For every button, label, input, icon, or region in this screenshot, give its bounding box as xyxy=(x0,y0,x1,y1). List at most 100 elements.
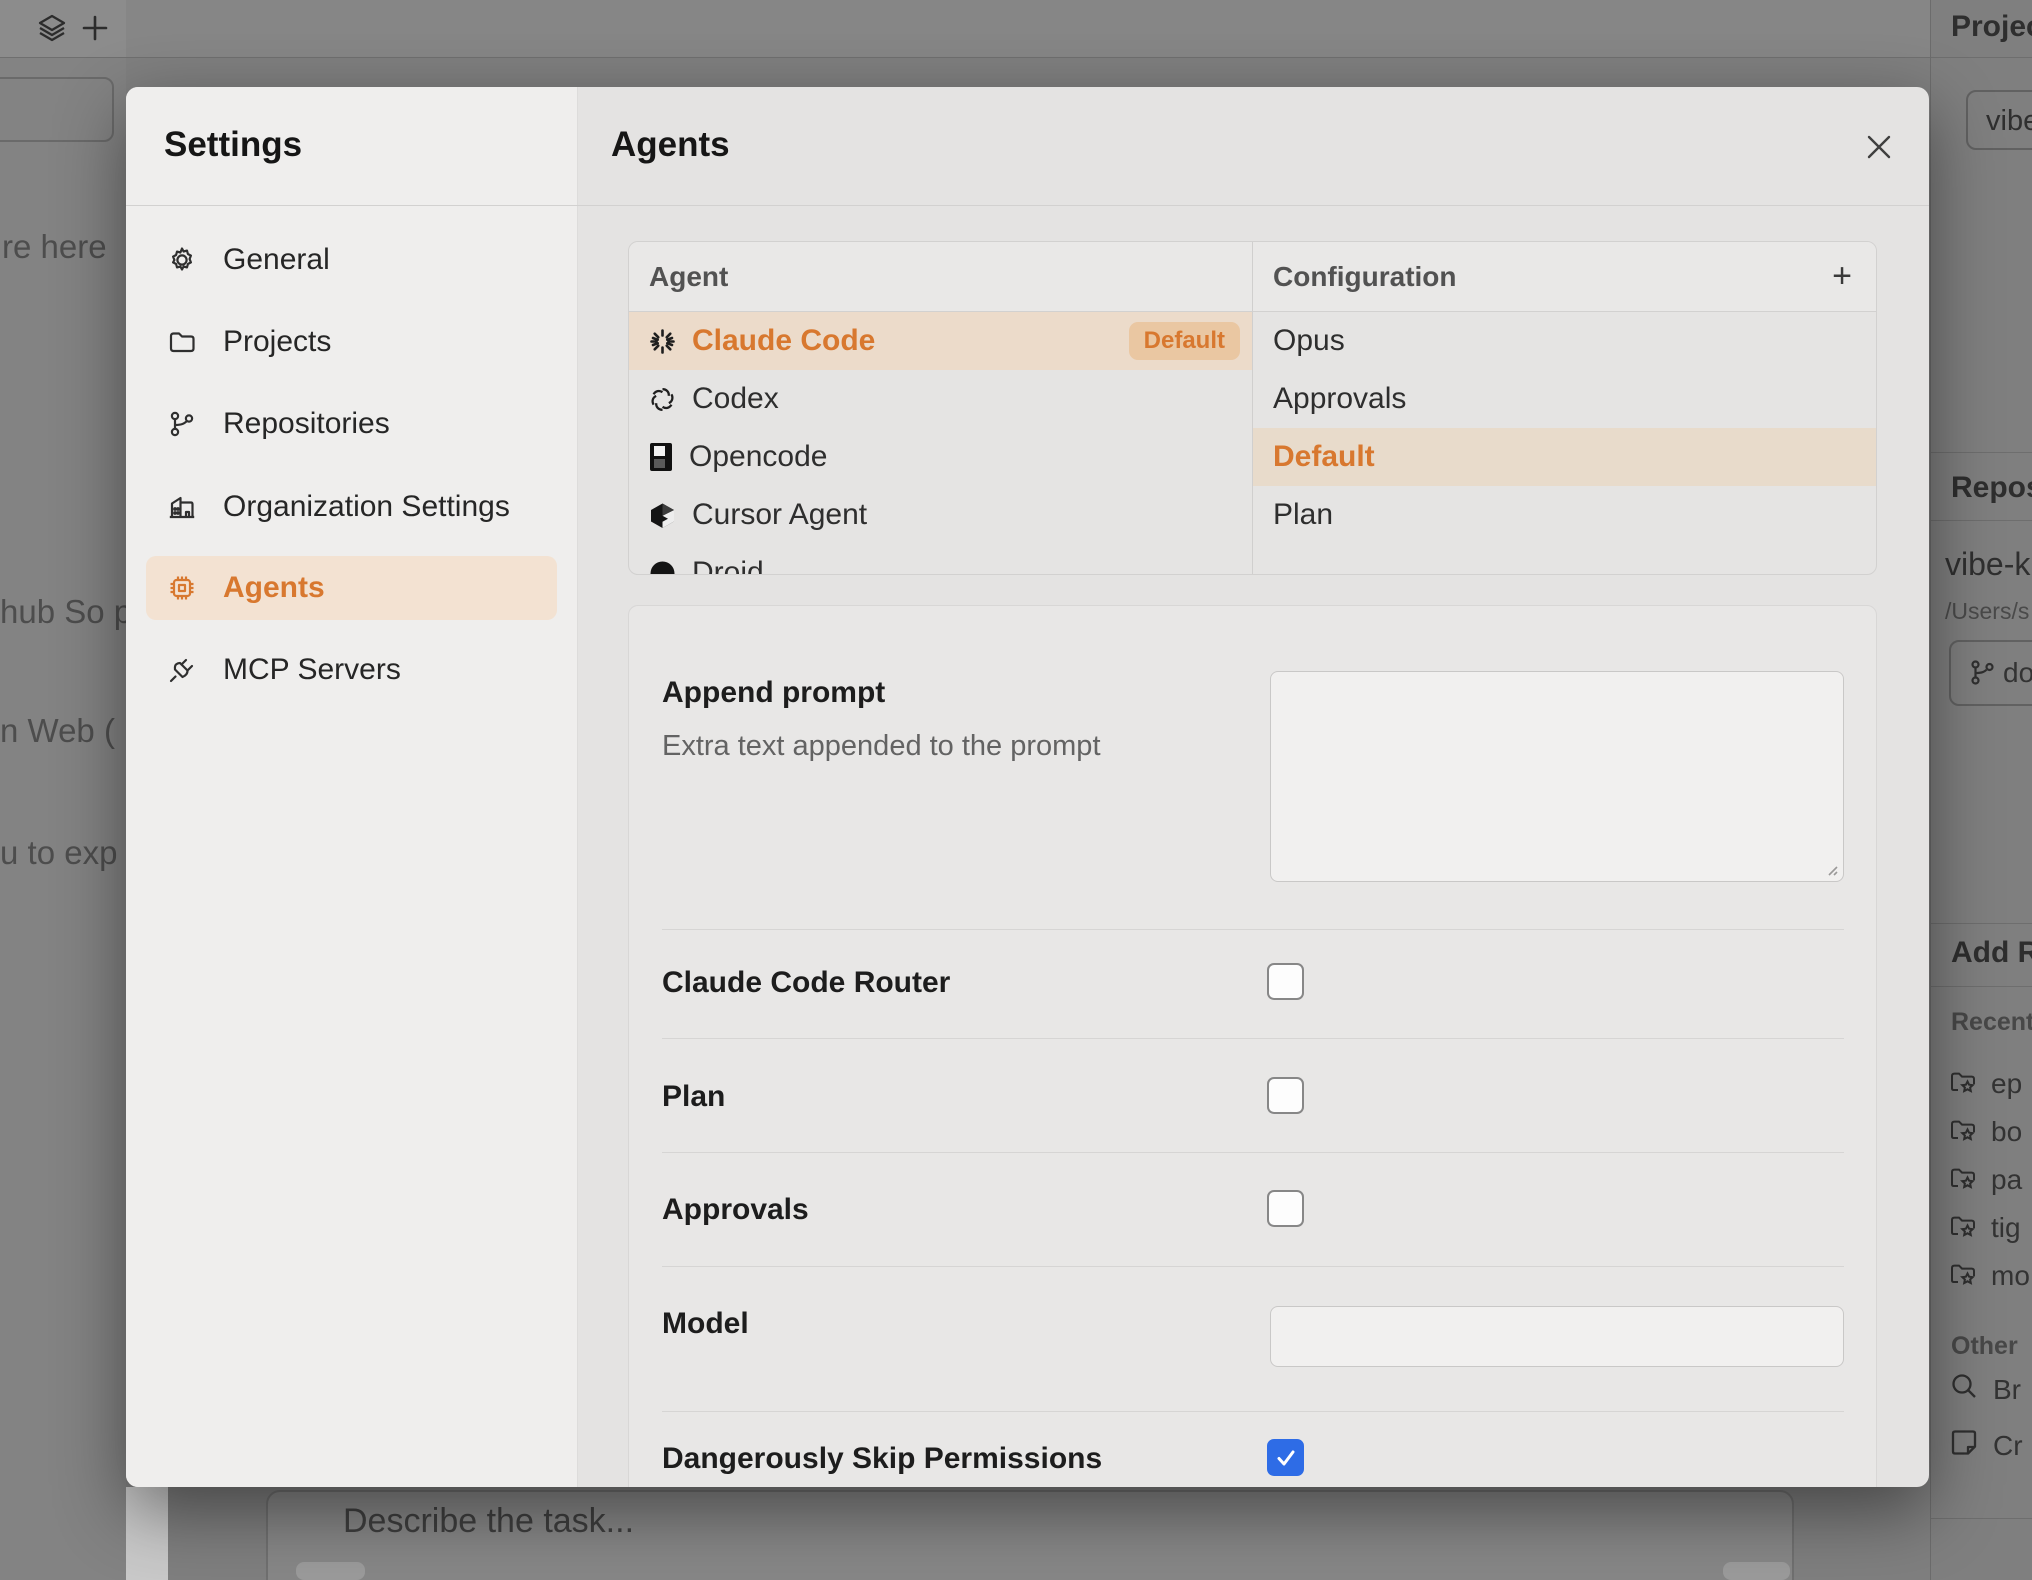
other-label: Other xyxy=(1951,1332,2018,1361)
agent-row-opencode[interactable]: Opencode xyxy=(629,428,1252,486)
project-section-title: Projec xyxy=(1951,10,2032,44)
branch-chip-label: do xyxy=(2003,657,2032,689)
claude-code-router-label: Claude Code Router xyxy=(662,966,950,1000)
agent-header-label: Agent xyxy=(649,261,728,293)
sidebar-item-projects[interactable]: Projects xyxy=(146,310,557,374)
branch-chip[interactable]: do xyxy=(1949,640,2032,706)
recent-repo-label: ep xyxy=(1991,1068,2022,1100)
config-row-plan[interactable]: Plan xyxy=(1253,486,1876,544)
agent-config-table: Agent Claude Code Default xyxy=(628,241,1877,575)
agent-settings-form: Append prompt Extra text appended to the… xyxy=(628,605,1877,1487)
append-prompt-label: Append prompt xyxy=(662,676,885,710)
configuration-column: Configuration + Opus Approvals Default P… xyxy=(1252,242,1876,575)
project-chip-label: vibe xyxy=(1986,105,2032,138)
task-input-placeholder[interactable]: Describe the task... xyxy=(343,1502,634,1541)
config-row-opus[interactable]: Opus xyxy=(1253,312,1876,370)
configuration-header-label: Configuration xyxy=(1273,261,1457,293)
agent-row-droid[interactable]: Droid xyxy=(629,544,1252,575)
approvals-label: Approvals xyxy=(662,1193,809,1227)
agent-row-cursor-agent[interactable]: Cursor Agent xyxy=(629,486,1252,544)
folder-star-icon xyxy=(1949,1164,1977,1192)
add-configuration-button[interactable]: + xyxy=(1832,257,1852,296)
dangerously-skip-permissions-label: Dangerously Skip Permissions xyxy=(662,1442,1102,1476)
plug-icon xyxy=(168,656,196,684)
settings-title: Settings xyxy=(164,125,302,165)
background-text-fragment: re here xyxy=(2,228,107,266)
model-input[interactable] xyxy=(1270,1306,1844,1367)
check-icon xyxy=(1274,1446,1298,1470)
plan-checkbox[interactable] xyxy=(1267,1077,1304,1114)
claude-starburst-icon xyxy=(649,328,676,355)
folder-star-icon xyxy=(1949,1260,1977,1288)
add-repo-section-title: Add R xyxy=(1951,936,2032,970)
task-action-button[interactable] xyxy=(296,1562,365,1580)
sidebar-item-agents[interactable]: Agents xyxy=(146,556,557,620)
divider xyxy=(662,1411,1844,1412)
divider xyxy=(662,1038,1844,1039)
plan-label: Plan xyxy=(662,1080,725,1114)
recent-repo-label: bo xyxy=(1991,1116,2022,1148)
append-prompt-textarea[interactable] xyxy=(1270,671,1844,882)
sidebar-item-repositories[interactable]: Repositories xyxy=(146,392,557,456)
divider xyxy=(126,205,1929,206)
project-chip[interactable]: vibe xyxy=(1966,90,2032,150)
recent-repo-label: tig xyxy=(1991,1212,2021,1244)
config-row-approvals[interactable]: Approvals xyxy=(1253,370,1876,428)
divider xyxy=(1931,986,2032,987)
browse-label: Br xyxy=(1993,1374,2021,1406)
background-text-fragment: hub So p xyxy=(0,593,132,631)
agent-row-claude-code[interactable]: Claude Code Default xyxy=(629,312,1252,370)
claude-code-router-checkbox[interactable] xyxy=(1267,963,1304,1000)
sidebar-item-label: Repositories xyxy=(223,407,390,441)
agent-name: Droid xyxy=(692,556,764,575)
cpu-chip-icon xyxy=(168,574,196,602)
agent-name: Codex xyxy=(692,382,779,416)
divider xyxy=(662,1266,1844,1267)
config-name: Plan xyxy=(1273,498,1333,532)
create-label: Cr xyxy=(1993,1430,2023,1462)
dangerously-skip-permissions-checkbox[interactable] xyxy=(1267,1439,1304,1476)
settings-modal: Settings Agents General Proj xyxy=(126,87,1929,1487)
folder-icon xyxy=(168,328,196,356)
config-row-default[interactable]: Default xyxy=(1253,428,1876,486)
recent-repo-label: pa xyxy=(1991,1164,2022,1196)
divider xyxy=(1931,520,2032,521)
background-text-fragment: u to exp xyxy=(0,834,117,872)
divider xyxy=(1931,452,2032,453)
repo-name: vibe-k xyxy=(1945,546,2030,583)
config-name: Approvals xyxy=(1273,382,1406,416)
search-icon xyxy=(1949,1372,1979,1402)
plus-icon[interactable] xyxy=(80,13,110,43)
default-badge: Default xyxy=(1129,322,1240,360)
divider xyxy=(662,929,1844,930)
sidebar-item-general[interactable]: General xyxy=(146,228,557,292)
folder-star-icon xyxy=(1949,1068,1977,1096)
file-icon xyxy=(1949,1428,1979,1458)
agent-row-codex[interactable]: Codex xyxy=(629,370,1252,428)
resize-handle[interactable] xyxy=(1824,862,1838,876)
agent-column: Agent Claude Code Default xyxy=(629,242,1252,575)
building-icon xyxy=(168,493,196,521)
divider xyxy=(1931,1518,2032,1519)
divider xyxy=(1931,57,2032,58)
sidebar-item-label: Agents xyxy=(223,571,325,605)
append-prompt-description: Extra text appended to the prompt xyxy=(662,730,1101,763)
cursor-cube-icon xyxy=(649,502,676,529)
background-text-fragment: n Web ( xyxy=(0,712,115,750)
approvals-checkbox[interactable] xyxy=(1267,1190,1304,1227)
config-name: Opus xyxy=(1273,324,1345,358)
git-branch-icon xyxy=(1969,659,1996,686)
sidebar-item-label: MCP Servers xyxy=(223,653,401,687)
background-search-box[interactable] xyxy=(0,77,114,142)
task-send-button[interactable] xyxy=(1723,1562,1790,1580)
recent-repo-label: mo xyxy=(1991,1260,2030,1292)
repos-section-title: Repos xyxy=(1951,471,2032,505)
sidebar-item-organization-settings[interactable]: Organization Settings xyxy=(146,475,557,539)
background-panel-edge xyxy=(126,1487,168,1580)
openai-logo-icon xyxy=(649,386,676,413)
layers-icon[interactable] xyxy=(37,13,67,43)
config-name: Default xyxy=(1273,440,1375,474)
sidebar-item-mcp-servers[interactable]: MCP Servers xyxy=(146,638,557,702)
close-icon[interactable] xyxy=(1861,129,1897,165)
agent-name: Cursor Agent xyxy=(692,498,867,532)
